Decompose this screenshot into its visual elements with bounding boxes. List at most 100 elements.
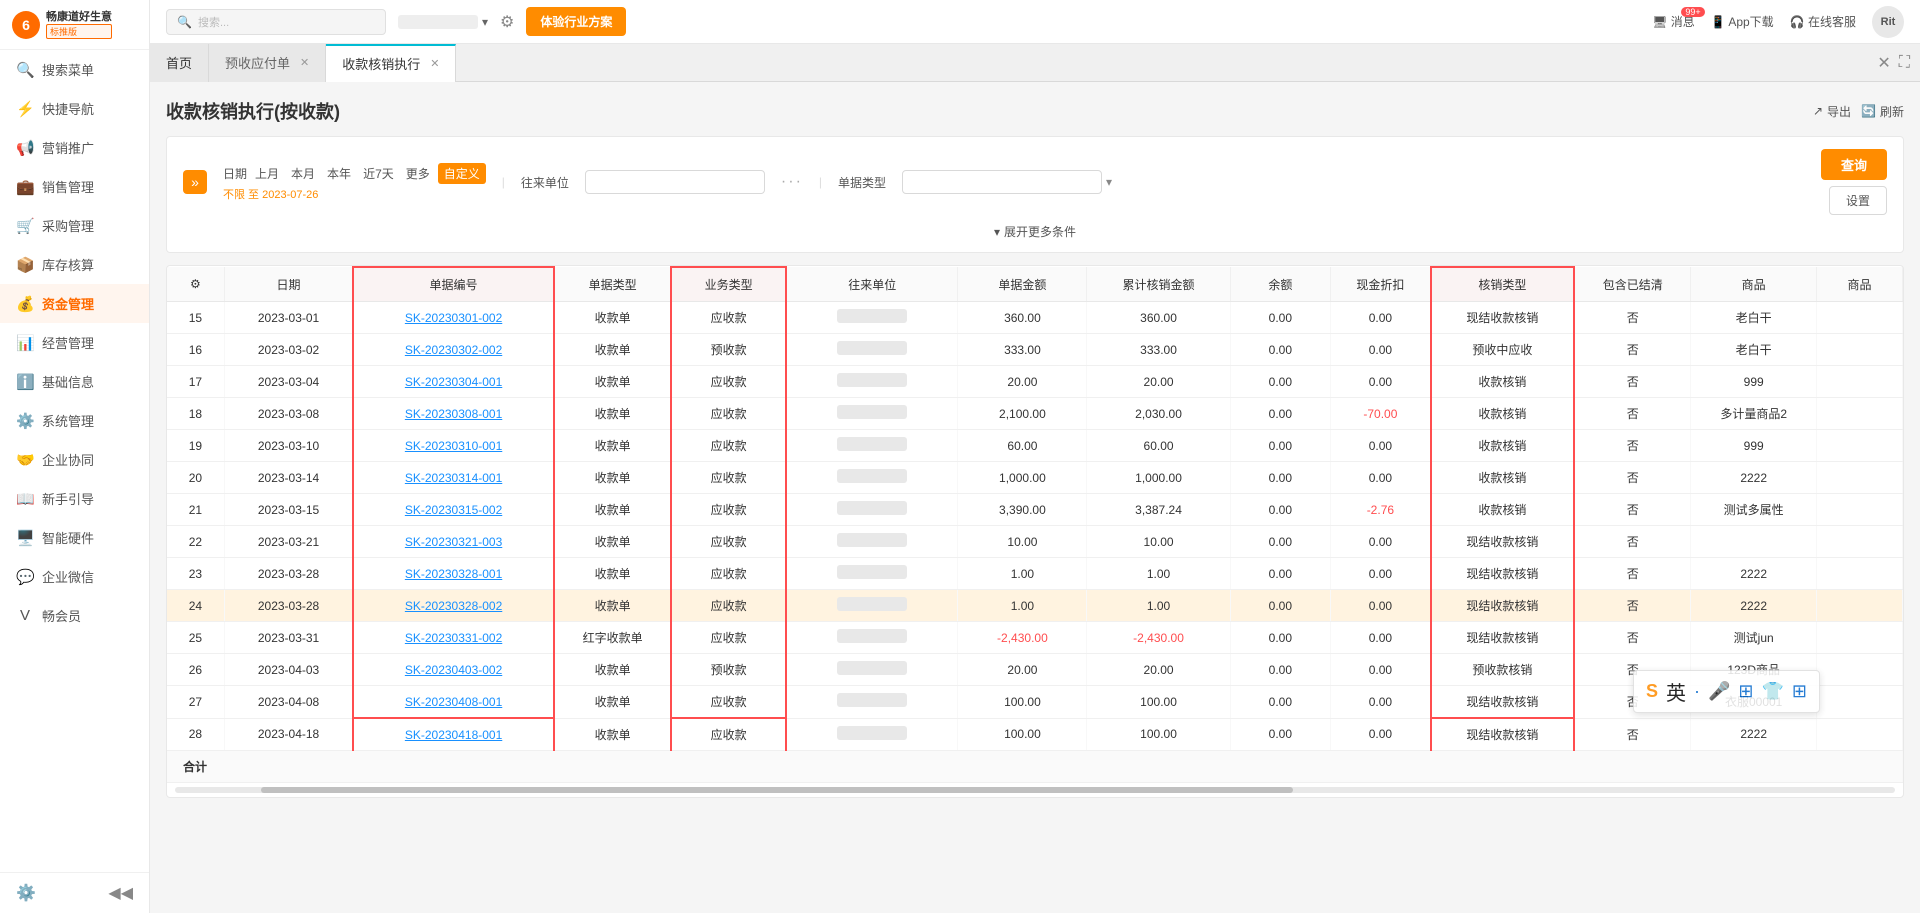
cell-cashdiscount: 0.00 <box>1330 430 1430 462</box>
th-balance[interactable]: 余额 <box>1230 267 1330 302</box>
docno-link[interactable]: SK-20230308-001 <box>405 407 502 421</box>
filter-partner-input[interactable] <box>585 170 765 194</box>
message-badge[interactable]: 🖥 消息 99+ <box>1652 13 1695 30</box>
query-button[interactable]: 查询 <box>1821 149 1887 180</box>
industry-solution-button[interactable]: 体验行业方案 <box>526 7 626 36</box>
table-header-row: ⚙ 日期 单据编号 单据类型 业务类型 往来单位 单据金额 累计核销金额 余额 … <box>167 267 1903 302</box>
table-row[interactable]: 19 2023-03-10 SK-20230310-001 收款单 应收款 60… <box>167 430 1903 462</box>
docno-link[interactable]: SK-20230304-001 <box>405 375 502 389</box>
docno-link[interactable]: SK-20230310-001 <box>405 439 502 453</box>
docno-link[interactable]: SK-20230403-002 <box>405 663 502 677</box>
th-date[interactable]: 日期 <box>224 267 353 302</box>
table-row[interactable]: 17 2023-03-04 SK-20230304-001 收款单 应收款 20… <box>167 366 1903 398</box>
message-count: 99+ <box>1681 7 1704 17</box>
sidebar-item-畅会员[interactable]: V畅会员 <box>0 596 149 635</box>
th-amount[interactable]: 单据金额 <box>958 267 1087 302</box>
cell-verifytype: 收款核销 <box>1431 366 1574 398</box>
filter-7days[interactable]: 近7天 <box>359 163 398 184</box>
table-row[interactable]: 18 2023-03-08 SK-20230308-001 收款单 应收款 2,… <box>167 398 1903 430</box>
sidebar-item-营销推广[interactable]: 📢营销推广 <box>0 128 149 167</box>
cell-amount: 20.00 <box>958 366 1087 398</box>
table-row[interactable]: 21 2023-03-15 SK-20230315-002 收款单 应收款 3,… <box>167 494 1903 526</box>
cell-biztype: 应收款 <box>671 462 786 494</box>
app-download[interactable]: 📱 App下载 <box>1711 13 1774 30</box>
table-row[interactable]: 22 2023-03-21 SK-20230321-003 收款单 应收款 10… <box>167 526 1903 558</box>
filter-this-month[interactable]: 本月 <box>287 163 319 184</box>
filter-toggle-button[interactable]: » <box>183 170 207 194</box>
export-button[interactable]: ↗ 导出 <box>1813 103 1851 120</box>
docno-link[interactable]: SK-20230315-002 <box>405 503 502 517</box>
docno-link[interactable]: SK-20230408-001 <box>405 695 502 709</box>
sidebar-item-新手引导[interactable]: 📖新手引导 <box>0 479 149 518</box>
sidebar-item-快捷导航[interactable]: ⚡快捷导航 <box>0 89 149 128</box>
sidebar-item-采购管理[interactable]: 🛒采购管理 <box>0 206 149 245</box>
sidebar-item-系统管理[interactable]: ⚙️系统管理 <box>0 401 149 440</box>
docno-link[interactable]: SK-20230321-003 <box>405 535 502 549</box>
horizontal-scrollbar[interactable] <box>175 787 1895 793</box>
scrollbar-thumb[interactable] <box>261 787 1293 793</box>
th-biztype[interactable]: 业务类型 <box>671 267 786 302</box>
th-settings[interactable]: ⚙ <box>167 267 224 302</box>
th-cumverify[interactable]: 累计核销金额 <box>1087 267 1230 302</box>
tab-home[interactable]: 首页 <box>150 44 209 82</box>
sidebar-item-库存核算[interactable]: 📦库存核算 <box>0 245 149 284</box>
docno-link[interactable]: SK-20230301-002 <box>405 311 502 325</box>
table-row[interactable]: 20 2023-03-14 SK-20230314-001 收款单 应收款 1,… <box>167 462 1903 494</box>
tab-prepayment[interactable]: 预收应付单 ✕ <box>209 44 326 82</box>
online-service[interactable]: 🎧 在线客服 <box>1790 13 1856 30</box>
sidebar-item-智能硬件[interactable]: 🖥️智能硬件 <box>0 518 149 557</box>
sidebar-item-基础信息[interactable]: ℹ️基础信息 <box>0 362 149 401</box>
filter-doctype-input[interactable] <box>902 170 1102 194</box>
sidebar-item-经营管理[interactable]: 📊经营管理 <box>0 323 149 362</box>
sidebar-item-企业微信[interactable]: 💬企业微信 <box>0 557 149 596</box>
sidebar-item-资金管理[interactable]: 💰资金管理 <box>0 284 149 323</box>
docno-link[interactable]: SK-20230314-001 <box>405 471 502 485</box>
table-row[interactable]: 23 2023-03-28 SK-20230328-001 收款单 应收款 1.… <box>167 558 1903 590</box>
gear-icon[interactable]: ⚙ <box>500 12 514 32</box>
th-docno[interactable]: 单据编号 <box>353 267 554 302</box>
th-goods2[interactable]: 商品 <box>1816 267 1902 302</box>
table-row[interactable]: 16 2023-03-02 SK-20230302-002 收款单 预收款 33… <box>167 334 1903 366</box>
filter-custom[interactable]: 自定义 <box>438 163 486 184</box>
tab-label-verify: 收款核销执行 <box>342 54 420 73</box>
refresh-button[interactable]: 🔄 刷新 <box>1861 103 1904 120</box>
tab-verify[interactable]: 收款核销执行 ✕ <box>326 44 456 82</box>
table-row[interactable]: 25 2023-03-31 SK-20230331-002 红字收款单 应收款 … <box>167 622 1903 654</box>
th-partner[interactable]: 往来单位 <box>786 267 958 302</box>
filter-last-month[interactable]: 上月 <box>251 163 283 184</box>
docno-link[interactable]: SK-20230328-001 <box>405 567 502 581</box>
expand-more-button[interactable]: ▾ 展开更多条件 <box>994 223 1076 240</box>
th-cashdiscount[interactable]: 现金折扣 <box>1330 267 1430 302</box>
th-includedc[interactable]: 包含已结清 <box>1574 267 1691 302</box>
topbar-search[interactable]: 🔍 搜索... <box>166 9 386 35</box>
cell-goods: 多计量商品2 <box>1691 398 1817 430</box>
docno-link[interactable]: SK-20230302-002 <box>405 343 502 357</box>
user-avatar[interactable]: Rit <box>1872 6 1904 38</box>
table-row[interactable]: 27 2023-04-08 SK-20230408-001 收款单 应收款 10… <box>167 686 1903 719</box>
tab-close-prepayment[interactable]: ✕ <box>300 56 309 69</box>
th-doctype[interactable]: 单据类型 <box>554 267 672 302</box>
tab-expand-icon[interactable]: ⛶ <box>1899 54 1910 72</box>
cell-balance: 0.00 <box>1230 590 1330 622</box>
th-goods[interactable]: 商品 <box>1691 267 1817 302</box>
table-row[interactable]: 15 2023-03-01 SK-20230301-002 收款单 应收款 36… <box>167 302 1903 334</box>
settings-button[interactable]: 设置 <box>1829 186 1887 215</box>
topbar-dropdown[interactable]: ▾ <box>398 15 488 29</box>
table-row[interactable]: 26 2023-04-03 SK-20230403-002 收款单 预收款 20… <box>167 654 1903 686</box>
settings-icon[interactable]: ⚙️ <box>16 883 36 903</box>
table-row[interactable]: 28 2023-04-18 SK-20230418-001 收款单 应收款 10… <box>167 718 1903 751</box>
th-verifytype[interactable]: 核销类型 <box>1431 267 1574 302</box>
sidebar-item-销售管理[interactable]: 💼销售管理 <box>0 167 149 206</box>
sidebar-item-搜索菜单[interactable]: 🔍搜索菜单 <box>0 50 149 89</box>
docno-link[interactable]: SK-20230328-002 <box>405 599 502 613</box>
filter-this-year[interactable]: 本年 <box>323 163 355 184</box>
sidebar-item-企业协同[interactable]: 🤝企业协同 <box>0 440 149 479</box>
tab-close-all-icon[interactable]: ✕ <box>1877 53 1890 73</box>
tab-close-verify[interactable]: ✕ <box>430 57 439 70</box>
docno-link[interactable]: SK-20230331-002 <box>405 631 502 645</box>
docno-link[interactable]: SK-20230418-001 <box>405 728 502 742</box>
doctype-dropdown-icon[interactable]: ▾ <box>1106 175 1112 189</box>
table-row[interactable]: 24 2023-03-28 SK-20230328-002 收款单 应收款 1.… <box>167 590 1903 622</box>
filter-more-date[interactable]: 更多 <box>402 163 434 184</box>
collapse-icon[interactable]: ◀◀ <box>108 883 133 903</box>
